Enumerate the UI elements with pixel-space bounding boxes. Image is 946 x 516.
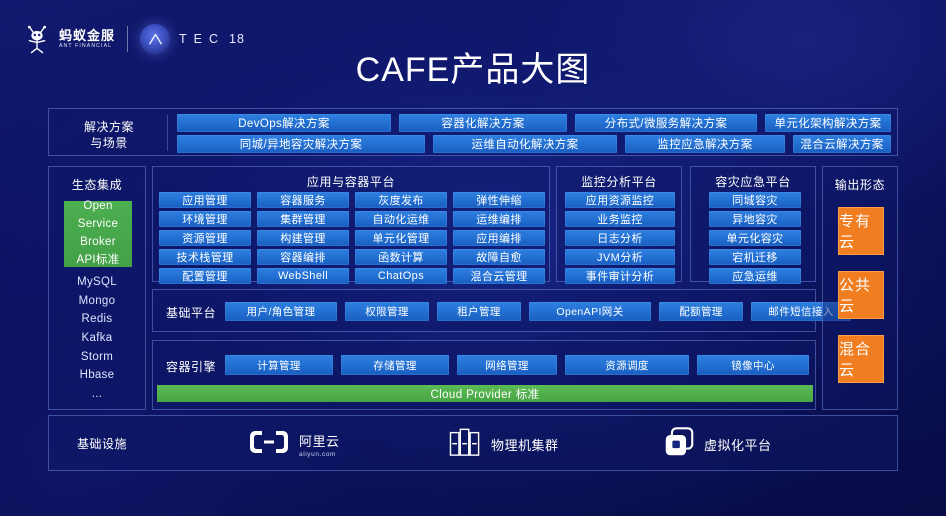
brand-name-cn: 蚂蚁金服 [59, 27, 116, 43]
open-service-broker-box: Open Service Broker API标准 [64, 200, 132, 267]
base-platform-panel: 基础平台 用户/角色管理 权限管理 租户管理 OpenAPI网关 配额管理 邮件… [152, 289, 851, 332]
server-rack-icon [449, 427, 481, 462]
solutions-panel: 解决方案 与场景 DevOps解决方案 容器化解决方案 分布式/微服务解决方案 … [48, 108, 898, 156]
dr-unitized[interactable]: 单元化容灾 [709, 230, 801, 246]
mon-jvm-analysis[interactable]: JVM分析 [565, 249, 675, 265]
infra-aliyun-name: 阿里云 [299, 433, 340, 449]
acp-build-management[interactable]: 构建管理 [257, 230, 349, 246]
dr-platform-panel: 容灾应急平台 同城容灾 异地容灾 单元化容灾 宕机迁移 应急运维 [690, 166, 816, 284]
acp-cluster-management[interactable]: 集群管理 [257, 211, 349, 227]
infra-aliyun-sub: aliyun.com [299, 450, 337, 458]
solution-ops-automation[interactable]: 运维自动化解决方案 [433, 135, 617, 153]
bp-quota-management[interactable]: 配额管理 [659, 302, 743, 321]
acp-hybrid-cloud-mgmt[interactable]: 混合云管理 [453, 268, 545, 284]
acp-env-management[interactable]: 环境管理 [159, 211, 251, 227]
infrastructure-panel: 基础设施 阿里云 aliyun.com 物理机集群 虚拟化平台 [48, 415, 898, 471]
ecosystem-panel: 生态集成 Open Service Broker API标准 MySQL Mon… [48, 166, 146, 410]
mon-app-resource-monitor[interactable]: 应用资源监控 [565, 192, 675, 208]
container-engine-label: 容器引擎 [165, 360, 216, 374]
ce-storage-management[interactable]: 存储管理 [341, 355, 449, 375]
monitor-platform-title: 监控分析平台 [581, 175, 657, 189]
infra-item-aliyun: 阿里云 aliyun.com [249, 416, 340, 472]
solution-microservices[interactable]: 分布式/微服务解决方案 [575, 114, 757, 132]
osb-line-4: API标准 [76, 253, 120, 266]
aliyun-logo-icon [249, 428, 289, 461]
bp-permission-management[interactable]: 权限管理 [345, 302, 429, 321]
slide-header: 蚂蚁金服 ANT FINANCIAL TEC 18 CAFE产品大图 [0, 0, 946, 89]
dr-emergency-ops[interactable]: 应急运维 [709, 268, 801, 284]
bp-user-role-management[interactable]: 用户/角色管理 [225, 302, 337, 321]
acp-elastic-scaling[interactable]: 弹性伸缩 [453, 192, 545, 208]
solution-containerization[interactable]: 容器化解决方案 [399, 114, 567, 132]
eco-item-redis: Redis [81, 313, 113, 326]
infra-virtualization-name: 虚拟化平台 [704, 437, 772, 453]
acp-gray-release[interactable]: 灰度发布 [355, 192, 447, 208]
ce-image-registry[interactable]: 镜像中心 [697, 355, 809, 375]
acp-container-service[interactable]: 容器服务 [257, 192, 349, 208]
eco-item-mongo: Mongo [78, 294, 116, 307]
mon-business-monitor[interactable]: 业务监控 [565, 211, 675, 227]
solution-hybrid-cloud[interactable]: 混合云解决方案 [793, 135, 891, 153]
acp-container-orchestration[interactable]: 容器编排 [257, 249, 349, 265]
infrastructure-label: 基础设施 [77, 437, 128, 451]
eco-item-more: ... [91, 387, 103, 400]
dr-same-city[interactable]: 同城容灾 [709, 192, 801, 208]
eco-item-kafka: Kafka [81, 331, 113, 344]
output-forms-panel: 输出形态 专有云 公共云 混合云 [822, 166, 898, 410]
ce-resource-scheduling[interactable]: 资源调度 [565, 355, 689, 375]
bp-tenant-management[interactable]: 租户管理 [437, 302, 521, 321]
acp-app-management[interactable]: 应用管理 [159, 192, 251, 208]
acp-chatops[interactable]: ChatOps [355, 268, 447, 284]
infra-aliyun-text: 阿里云 aliyun.com [299, 431, 340, 458]
dr-crash-migration[interactable]: 宕机迁移 [709, 249, 801, 265]
eco-item-hbase: Hbase [79, 369, 115, 382]
acp-function-compute[interactable]: 函数计算 [355, 249, 447, 265]
infra-physical-name: 物理机集群 [491, 437, 559, 453]
solutions-label: 解决方案 与场景 [83, 120, 134, 151]
page-title: CAFE产品大图 [355, 51, 591, 89]
acp-app-orchestration[interactable]: 应用编排 [453, 230, 545, 246]
acp-techstack-management[interactable]: 技术栈管理 [159, 249, 251, 265]
solutions-divider [167, 115, 168, 151]
acp-resource-management[interactable]: 资源管理 [159, 230, 251, 246]
app-container-platform-panel: 应用与容器平台 应用管理 环境管理 资源管理 技术栈管理 配置管理 容器服务 集… [152, 166, 550, 284]
ecosystem-component-list: MySQL Mongo Redis Kafka Storm Hbase ... [49, 273, 145, 403]
osb-line-1: Open [83, 200, 113, 213]
output-public-cloud[interactable]: 公共云 [838, 271, 884, 319]
slide-canvas: 蚂蚁金服 ANT FINANCIAL TEC 18 CAFE产品大图 解决方案 … [0, 0, 946, 516]
output-forms-title: 输出形态 [834, 178, 886, 192]
eco-item-storm: Storm [80, 350, 114, 363]
dr-remote[interactable]: 异地容灾 [709, 211, 801, 227]
base-platform-label: 基础平台 [165, 306, 216, 320]
output-private-cloud[interactable]: 专有云 [838, 207, 884, 255]
osb-line-2: Service [77, 218, 119, 231]
acp-auto-ops[interactable]: 自动化运维 [355, 211, 447, 227]
acp-unitized-management[interactable]: 单元化管理 [355, 230, 447, 246]
infra-item-physical-servers: 物理机集群 [449, 416, 559, 472]
mon-log-analysis[interactable]: 日志分析 [565, 230, 675, 246]
acp-webshell[interactable]: WebShell [257, 268, 349, 284]
acp-config-management[interactable]: 配置管理 [159, 268, 251, 284]
solution-disaster-recovery[interactable]: 同城/异地容灾解决方案 [177, 135, 425, 153]
solution-unitized-arch[interactable]: 单元化架构解决方案 [765, 114, 891, 132]
monitor-platform-panel: 监控分析平台 应用资源监控 业务监控 日志分析 JVM分析 事件审计分析 [556, 166, 682, 284]
container-engine-panel: 容器引擎 计算管理 存储管理 网络管理 资源调度 镜像中心 Cloud Prov… [152, 340, 816, 410]
app-container-platform-title: 应用与容器平台 [306, 175, 396, 189]
mon-event-audit-analysis[interactable]: 事件审计分析 [565, 268, 675, 284]
vmware-squares-icon [664, 426, 694, 462]
infra-item-virtualization: 虚拟化平台 [664, 416, 772, 472]
osb-line-3: Broker [80, 236, 116, 248]
acp-ops-orchestration[interactable]: 运维编排 [453, 211, 545, 227]
ecosystem-title: 生态集成 [71, 178, 123, 192]
bp-openapi-gateway[interactable]: OpenAPI网关 [529, 302, 651, 321]
ce-network-management[interactable]: 网络管理 [457, 355, 557, 375]
solution-devops[interactable]: DevOps解决方案 [177, 114, 391, 132]
solution-monitoring-emergency[interactable]: 监控应急解决方案 [625, 135, 785, 153]
dr-platform-title: 容灾应急平台 [715, 175, 791, 189]
cloud-provider-standard-bar: Cloud Provider 标准 [157, 385, 813, 402]
ce-compute-management[interactable]: 计算管理 [225, 355, 333, 375]
acp-self-healing[interactable]: 故障自愈 [453, 249, 545, 265]
output-hybrid-cloud[interactable]: 混合云 [838, 335, 884, 383]
eco-item-mysql: MySQL [77, 276, 117, 288]
